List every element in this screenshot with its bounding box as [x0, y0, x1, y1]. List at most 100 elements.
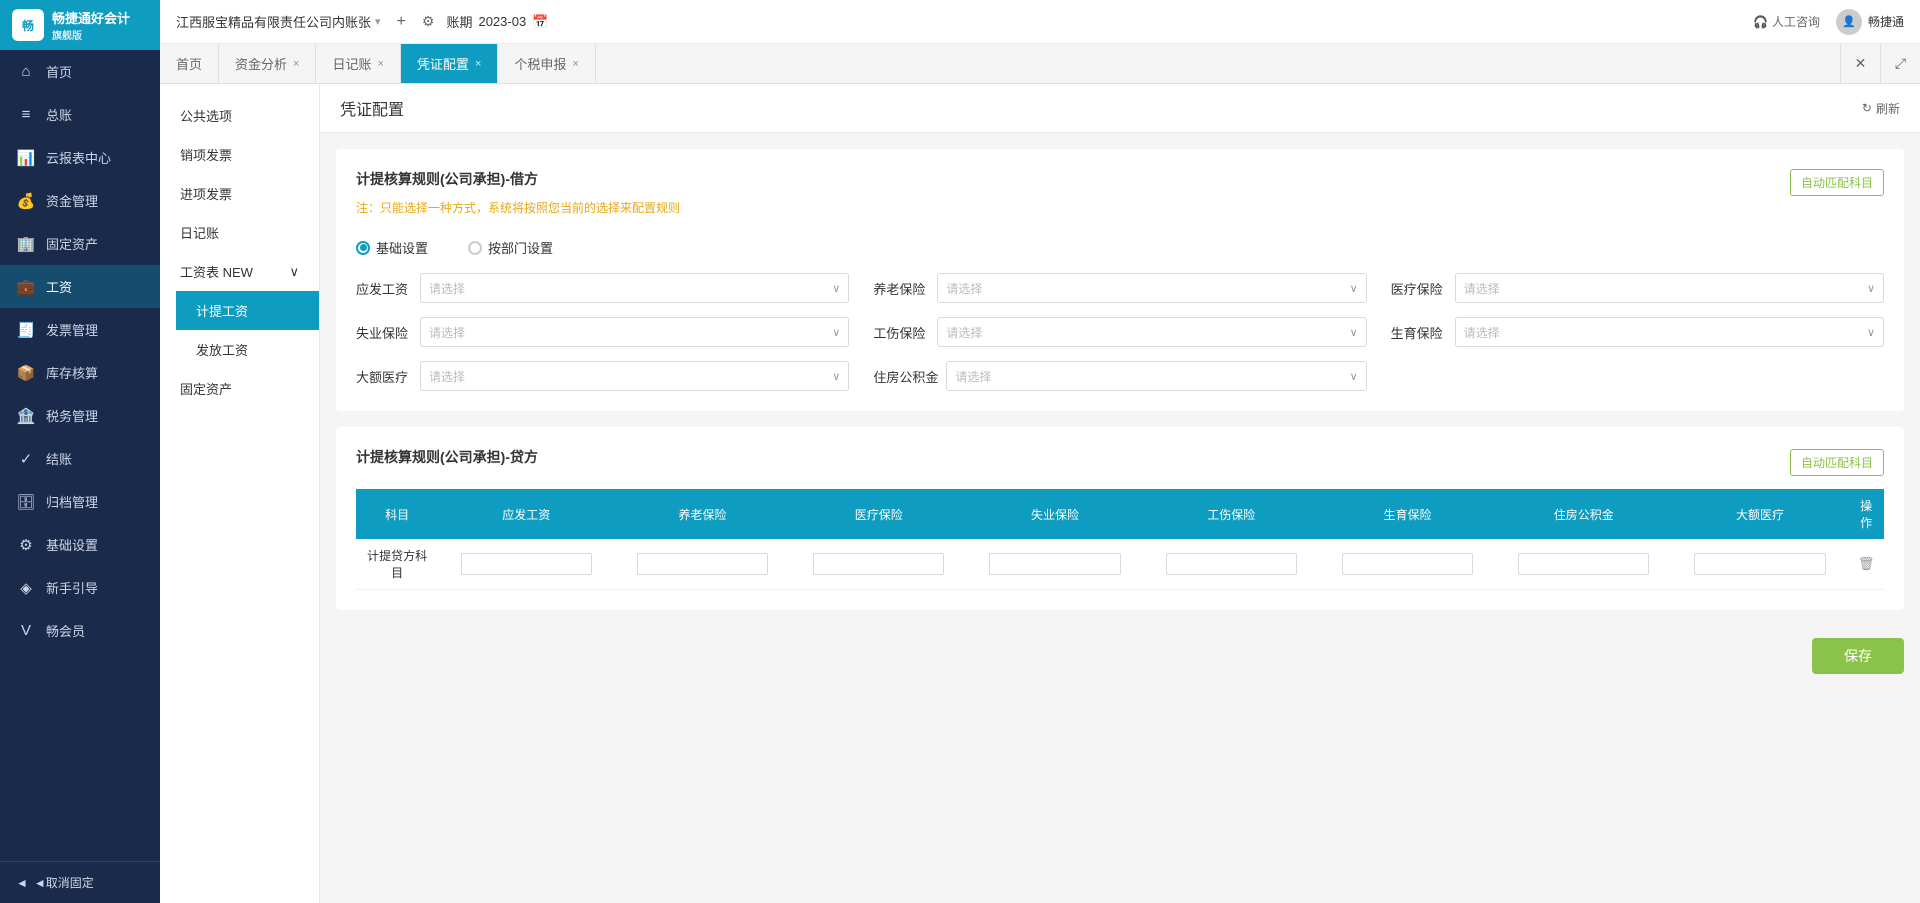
left-nav-public[interactable]: 公共选项: [160, 96, 319, 135]
tab-journal[interactable]: 日记账 ×: [316, 44, 400, 83]
left-nav-journal[interactable]: 日记账: [160, 213, 319, 252]
logo-text: 畅捷通好会计: [52, 11, 130, 26]
sidebar-item-salary[interactable]: 💼 工资: [0, 265, 160, 308]
tab-fund-analysis-close[interactable]: ×: [293, 58, 299, 70]
close-tab-button[interactable]: ✕: [1840, 44, 1880, 84]
left-nav-fixed-asset[interactable]: 固定资产: [160, 369, 319, 408]
input-medical[interactable]: [813, 553, 944, 575]
notice-text: 注：只能选择一种方式，系统将按照您当前的选择来配置规则: [356, 199, 680, 216]
sidebar-item-close[interactable]: ✓ 结账: [0, 437, 160, 480]
chevron-down-icon: ∨: [832, 282, 840, 295]
form-item-maternity: 生育保险 请选择 ∨: [1391, 317, 1884, 347]
delete-row-button[interactable]: 🗑: [1858, 556, 1875, 571]
sidebar-item-report[interactable]: 📊 云报表中心: [0, 136, 160, 179]
label-salary: 应发工资: [356, 279, 412, 298]
user-menu[interactable]: 👤 畅捷通: [1836, 9, 1904, 35]
radio-department-settings[interactable]: 按部门设置: [468, 238, 553, 257]
col-salary: 应发工资: [438, 489, 614, 539]
input-salary[interactable]: [461, 553, 592, 575]
input-unemployment[interactable]: [989, 553, 1120, 575]
company-selector[interactable]: 江西服宝精品有限责任公司内账张 ▾: [176, 12, 381, 31]
left-nav-purchase-invoice-label: 进项发票: [180, 184, 232, 203]
sidebar-label-inventory: 库存核算: [46, 363, 98, 382]
cell-work-injury: [1143, 539, 1319, 590]
col-subject: 科目: [356, 489, 438, 539]
input-maternity[interactable]: [1342, 553, 1473, 575]
tab-journal-close[interactable]: ×: [377, 58, 383, 70]
save-button[interactable]: 保存: [1812, 638, 1904, 674]
select-large-medical[interactable]: 请选择 ∨: [420, 361, 849, 391]
left-nav-salary-sheet[interactable]: 工资表 NEW ∨: [160, 252, 319, 291]
tab-voucher-config-close[interactable]: ×: [475, 58, 481, 70]
cell-unemployment: [967, 539, 1143, 590]
sidebar-item-vip[interactable]: V 畅会员: [0, 609, 160, 652]
left-nav-fixed-asset-label: 固定资产: [180, 379, 232, 398]
sidebar-item-archive[interactable]: 🗄 归档管理: [0, 480, 160, 523]
select-medical[interactable]: 请选择 ∨: [1455, 273, 1884, 303]
refresh-button[interactable]: ↻ 刷新: [1862, 100, 1900, 117]
col-action: 操作: [1848, 489, 1884, 539]
sidebar-item-inventory[interactable]: 📦 库存核算: [0, 351, 160, 394]
select-pension[interactable]: 请选择 ∨: [937, 273, 1366, 303]
left-nav-pay-salary-label: 发放工资: [196, 340, 248, 359]
ledger-icon: ≡: [16, 106, 36, 123]
cell-maternity: [1319, 539, 1495, 590]
input-housing[interactable]: [1518, 553, 1649, 575]
guide-icon: ◈: [16, 579, 36, 597]
chevron-down-icon: ∨: [832, 326, 840, 339]
service-button[interactable]: 🎧 人工咨询: [1753, 13, 1820, 30]
radio-basic-settings[interactable]: 基础设置: [356, 238, 428, 257]
select-work-injury[interactable]: 请选择 ∨: [937, 317, 1366, 347]
input-large-medical[interactable]: [1694, 553, 1825, 575]
asset-icon: 🏢: [16, 235, 36, 253]
expand-button[interactable]: ⤢: [1880, 44, 1920, 84]
select-work-injury-placeholder: 请选择: [946, 324, 982, 341]
tab-voucher-config[interactable]: 凭证配置 ×: [401, 44, 498, 83]
credit-auto-match-button[interactable]: 自动匹配科目: [1790, 449, 1884, 476]
refresh-icon: ↻: [1862, 101, 1872, 115]
sidebar-item-guide[interactable]: ◈ 新手引导: [0, 566, 160, 609]
debit-section-title: 计提核算规则(公司承担)-借方: [356, 169, 680, 189]
calendar-icon[interactable]: 📅: [532, 14, 548, 30]
tab-tax-filing-close[interactable]: ×: [572, 58, 578, 70]
debit-auto-match-button[interactable]: 自动匹配科目: [1790, 169, 1884, 196]
sidebar-item-asset[interactable]: 🏢 固定资产: [0, 222, 160, 265]
page-header: 凭证配置 ↻ 刷新: [320, 84, 1920, 133]
select-maternity[interactable]: 请选择 ∨: [1455, 317, 1884, 347]
left-nav-purchase-invoice[interactable]: 进项发票: [160, 174, 319, 213]
select-maternity-placeholder: 请选择: [1464, 324, 1500, 341]
tab-home[interactable]: 首页: [160, 44, 219, 83]
left-nav-sales-invoice[interactable]: 销项发票: [160, 135, 319, 174]
cancel-fixed-label: ◄取消固定: [34, 874, 94, 891]
radio-basic-circle: [356, 241, 370, 255]
sidebar: 畅 畅捷通好会计 旗舰版 ⌂ 首页 ≡ 总账 📊 云报表中心 💰 资金管理 🏢 …: [0, 0, 160, 903]
tab-actions: ✕ ⤢: [1840, 44, 1920, 84]
sidebar-item-settings[interactable]: ⚙ 基础设置: [0, 523, 160, 566]
radio-dept-label: 按部门设置: [488, 238, 553, 257]
col-work-injury: 工伤保险: [1143, 489, 1319, 539]
tab-fund-analysis[interactable]: 资金分析 ×: [219, 44, 316, 83]
sidebar-item-invoice[interactable]: 🧾 发票管理: [0, 308, 160, 351]
tab-tax-filing[interactable]: 个税申报 ×: [498, 44, 595, 83]
cell-salary: [438, 539, 614, 590]
sidebar-item-fund[interactable]: 💰 资金管理: [0, 179, 160, 222]
period-label: 账期: [446, 12, 472, 31]
settings-gear-icon[interactable]: ⚙: [422, 13, 435, 30]
cancel-fixed-button[interactable]: ◄ ◄取消固定: [0, 861, 160, 903]
left-nav-pay-salary[interactable]: 发放工资: [176, 330, 319, 369]
label-maternity: 生育保险: [1391, 323, 1447, 342]
left-nav-accrual-salary[interactable]: 计提工资: [176, 291, 319, 330]
select-salary[interactable]: 请选择 ∨: [420, 273, 849, 303]
select-unemployment[interactable]: 请选择 ∨: [420, 317, 849, 347]
settings-icon: ⚙: [16, 536, 36, 554]
add-company-button[interactable]: +: [393, 9, 410, 35]
cell-action: 🗑: [1848, 539, 1884, 590]
sidebar-item-tax[interactable]: 🏦 税务管理: [0, 394, 160, 437]
input-work-injury[interactable]: [1166, 553, 1297, 575]
tax-icon: 🏦: [16, 407, 36, 425]
main-content: 凭证配置 ↻ 刷新 计提核算规则(公司承担)-借方 注：只能选择一种方式，系统将…: [320, 84, 1920, 903]
input-pension[interactable]: [637, 553, 768, 575]
select-housing-fund[interactable]: 请选择 ∨: [946, 361, 1366, 391]
sidebar-item-home[interactable]: ⌂ 首页: [0, 50, 160, 93]
sidebar-item-ledger[interactable]: ≡ 总账: [0, 93, 160, 136]
